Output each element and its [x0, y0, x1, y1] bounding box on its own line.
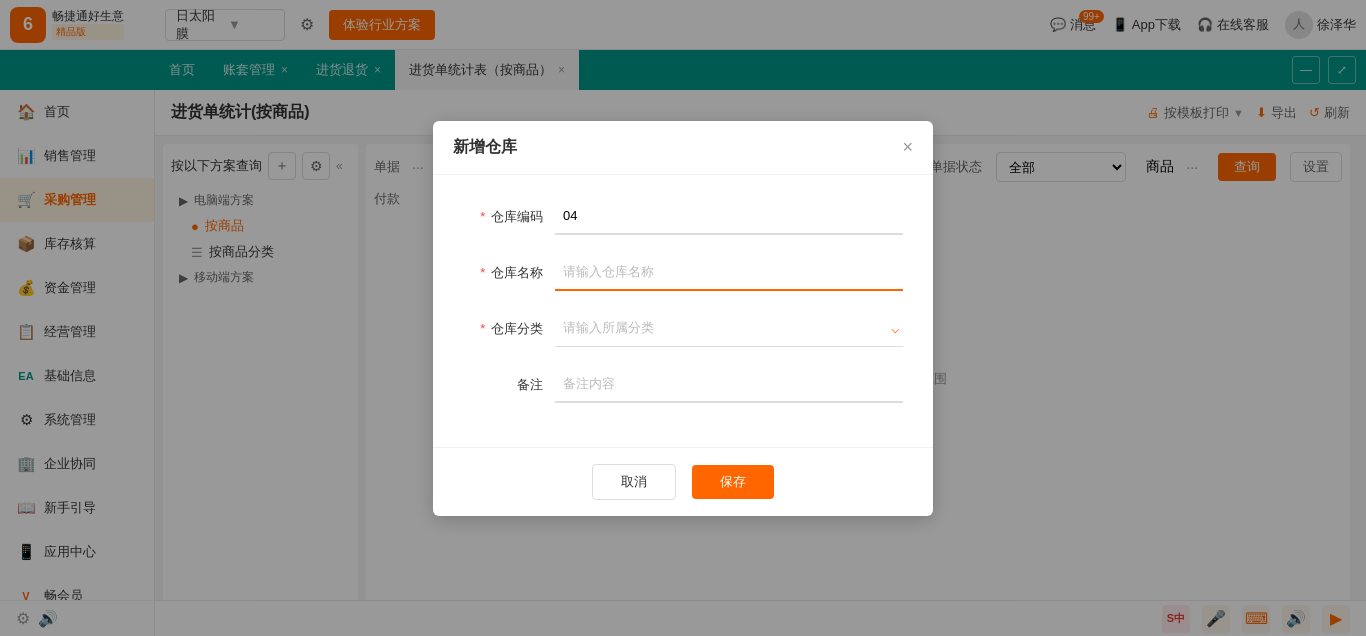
category-label: * 仓库分类 [463, 320, 543, 338]
code-label-text: 仓库编码 [491, 209, 543, 224]
form-row-code: * 仓库编码 [463, 199, 903, 235]
save-button[interactable]: 保存 [692, 465, 774, 499]
form-row-category: * 仓库分类 请输入所属分类 ⌵ [463, 311, 903, 347]
required-star-cat: * [480, 321, 485, 336]
cancel-button[interactable]: 取消 [592, 464, 676, 500]
required-star-name: * [480, 265, 485, 280]
modal-header: 新增仓库 × [433, 121, 933, 175]
modal-footer: 取消 保存 [433, 447, 933, 516]
modal-body: * 仓库编码 * 仓库名称 * 仓库分类 [433, 175, 933, 447]
category-select-wrapper: 请输入所属分类 ⌵ [555, 311, 903, 347]
name-input[interactable] [555, 255, 903, 291]
note-input[interactable] [555, 367, 903, 403]
category-dropdown-icon: ⌵ [891, 320, 899, 336]
modal-close-button[interactable]: × [902, 137, 913, 158]
code-label: * 仓库编码 [463, 208, 543, 226]
add-warehouse-modal: 新增仓库 × * 仓库编码 * 仓库名称 [433, 121, 933, 516]
code-input[interactable] [555, 199, 903, 235]
name-label-text: 仓库名称 [491, 265, 543, 280]
modal-overlay: 新增仓库 × * 仓库编码 * 仓库名称 [0, 0, 1366, 636]
note-label-text: 备注 [517, 377, 543, 392]
required-star: * [480, 209, 485, 224]
modal-title: 新增仓库 [453, 137, 517, 158]
form-row-note: 备注 [463, 367, 903, 403]
name-label: * 仓库名称 [463, 264, 543, 282]
note-label: 备注 [463, 376, 543, 394]
category-label-text: 仓库分类 [491, 321, 543, 336]
form-row-name: * 仓库名称 [463, 255, 903, 291]
category-select[interactable] [555, 321, 891, 336]
